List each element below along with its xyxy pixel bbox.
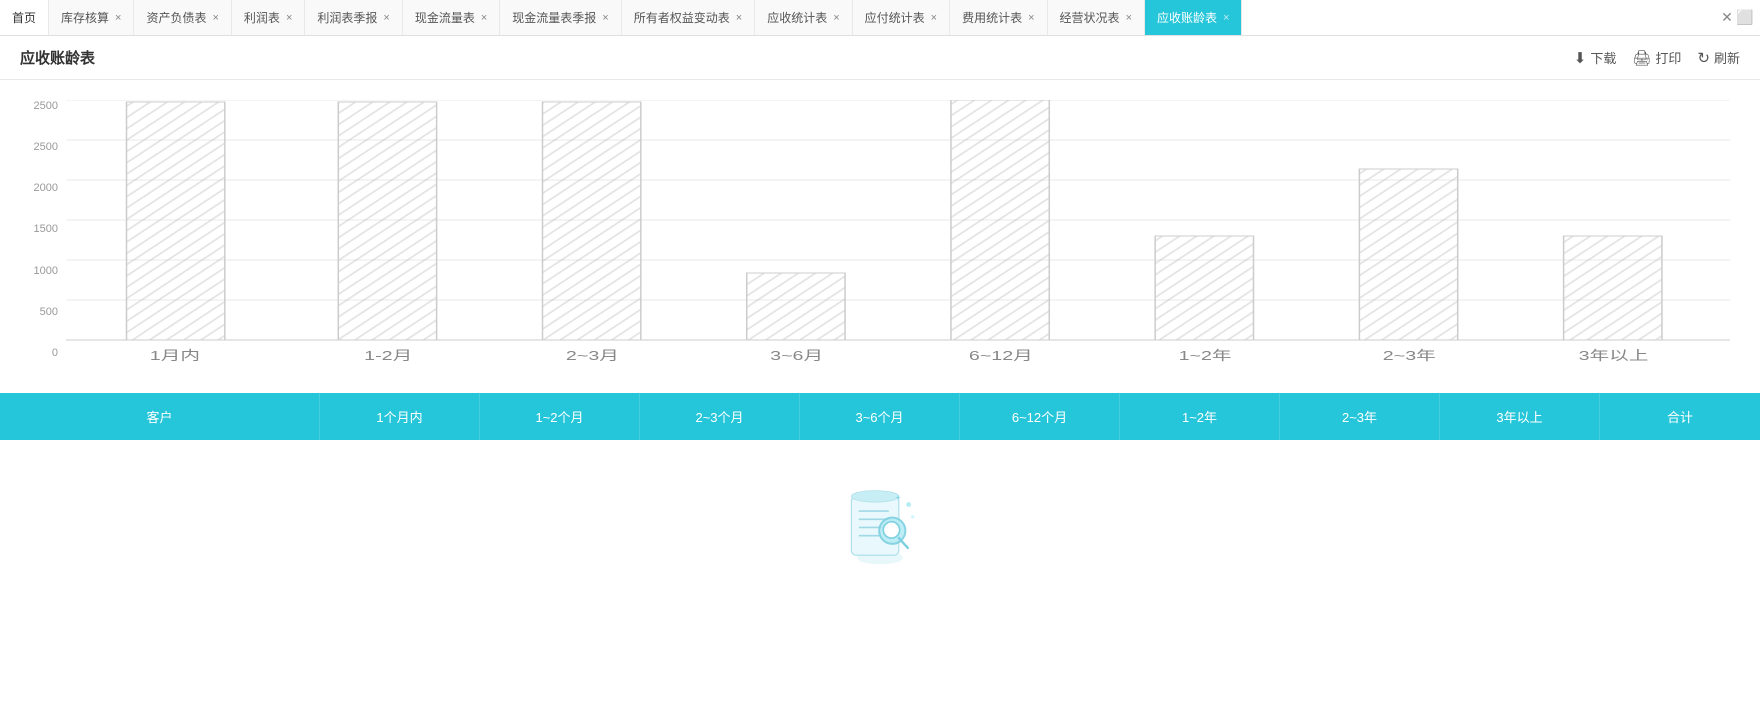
download-button[interactable]: ⬇ 下载: [1574, 48, 1617, 67]
header-actions: ⬇ 下载 🖨 打印 ↻ 刷新: [1574, 48, 1740, 67]
tab-ar-aging-label: 应收账龄表: [1157, 9, 1217, 26]
x-label-5: 6~12月: [969, 348, 1033, 363]
page-header: 应收账龄表 ⬇ 下载 🖨 打印 ↻ 刷新: [0, 36, 1760, 80]
bar-4: [747, 273, 845, 340]
tab-ar-aging-close[interactable]: ×: [1223, 12, 1229, 24]
col-2-3month: 2~3个月: [640, 393, 800, 440]
x-label-1: 1月内: [150, 348, 200, 363]
y-label-500: 500: [30, 306, 58, 318]
tab-cashflow[interactable]: 现金流量表 ×: [403, 0, 500, 36]
tab-bar: 首页 库存核算 × 资产负债表 × 利润表 × 利润表季报 × 现金流量表 × …: [0, 0, 1760, 36]
print-label: 打印: [1655, 48, 1681, 67]
y-label-2500a: 2500: [30, 141, 58, 153]
tab-profit-close[interactable]: ×: [286, 12, 292, 24]
tab-balance-label: 资产负债表: [146, 9, 206, 26]
chart-inner: 1月内 1-2月 2~3月 3~6月 6~12月 1~2年 2~3年 3年以上: [66, 100, 1730, 383]
tab-ar-stats-label: 应收统计表: [767, 9, 827, 26]
empty-state: ✦: [0, 440, 1760, 610]
tab-operating-label: 经营状况表: [1060, 9, 1120, 26]
tab-ar-aging[interactable]: 应收账龄表 ×: [1145, 0, 1242, 36]
y-label-1500: 1500: [30, 223, 58, 235]
y-label-2000: 2000: [30, 182, 58, 194]
tab-inventory-close[interactable]: ×: [115, 12, 121, 24]
bar-2: [338, 102, 436, 340]
tab-equity-close[interactable]: ×: [736, 12, 742, 24]
x-label-7: 2~3年: [1383, 348, 1436, 363]
col-6-12month: 6~12个月: [960, 393, 1120, 440]
bar-7: [1359, 169, 1457, 340]
y-label-0: 0: [30, 347, 58, 359]
tab-profit-quarterly-close[interactable]: ×: [383, 12, 389, 24]
tab-equity-label: 所有者权益变动表: [634, 9, 730, 26]
svg-text:✦: ✦: [895, 493, 902, 502]
x-label-2: 1-2月: [364, 348, 412, 363]
tab-ar-stats[interactable]: 应收统计表 ×: [755, 0, 852, 36]
y-axis: 0 500 1000 1500 2000 2500 2500: [30, 100, 66, 383]
tab-cashflow-label: 现金流量表: [415, 9, 475, 26]
tab-equity[interactable]: 所有者权益变动表 ×: [622, 0, 755, 36]
x-label-3: 2~3月: [566, 348, 619, 363]
tab-balance[interactable]: 资产负债表 ×: [134, 0, 231, 36]
col-3-6month: 3~6个月: [800, 393, 960, 440]
tab-expense-stats[interactable]: 费用统计表 ×: [950, 0, 1047, 36]
tab-bar-right: ✕ ⬜: [1720, 11, 1760, 25]
tab-operating[interactable]: 经营状况表 ×: [1048, 0, 1145, 36]
tab-operating-close[interactable]: ×: [1126, 12, 1132, 24]
tab-balance-close[interactable]: ×: [212, 12, 218, 24]
page-title: 应收账龄表: [20, 47, 95, 68]
chart-area: 0 500 1000 1500 2000 2500 2500: [0, 80, 1760, 393]
tab-expense-stats-close[interactable]: ×: [1028, 12, 1034, 24]
y-label-1000: 1000: [30, 265, 58, 277]
col-2-3year: 2~3年: [1280, 393, 1440, 440]
tab-home-label: 首页: [12, 9, 36, 26]
tab-ap-stats-label: 应付统计表: [865, 9, 925, 26]
col-total: 合计: [1600, 393, 1760, 440]
chart-wrapper: 0 500 1000 1500 2000 2500 2500: [30, 100, 1730, 383]
download-icon: ⬇: [1574, 49, 1587, 67]
tab-profit-label: 利润表: [244, 9, 280, 26]
col-1-2month: 1~2个月: [480, 393, 640, 440]
col-3year-plus: 3年以上: [1440, 393, 1600, 440]
col-1month: 1个月内: [320, 393, 480, 440]
tab-profit-quarterly[interactable]: 利润表季报 ×: [305, 0, 402, 36]
x-label-4: 3~6月: [770, 348, 823, 363]
tab-profit-quarterly-label: 利润表季报: [317, 9, 377, 26]
tab-ap-stats-close[interactable]: ×: [931, 12, 937, 24]
bar-3: [543, 102, 641, 340]
chart-svg: 1月内 1-2月 2~3月 3~6月 6~12月 1~2年 2~3年 3年以上: [66, 100, 1730, 380]
window-maximize-btn[interactable]: ⬜: [1738, 11, 1752, 25]
y-label-2500b: 2500: [30, 100, 58, 112]
x-label-6: 1~2年: [1179, 348, 1232, 363]
x-label-8: 3年以上: [1579, 348, 1649, 363]
tab-cashflow-quarterly-label: 现金流量表季报: [512, 9, 596, 26]
tab-cashflow-quarterly-close[interactable]: ×: [602, 12, 608, 24]
bar-1: [127, 102, 225, 340]
bar-5: [951, 100, 1049, 340]
bar-6: [1155, 236, 1253, 340]
col-customer: 客户: [0, 393, 320, 440]
print-icon: 🖨: [1632, 49, 1651, 67]
empty-icon: ✦: [830, 480, 930, 570]
window-close-btn[interactable]: ✕: [1720, 11, 1734, 25]
tab-inventory-label: 库存核算: [61, 9, 109, 26]
tab-inventory[interactable]: 库存核算 ×: [49, 0, 134, 36]
table-header: 客户 1个月内 1~2个月 2~3个月 3~6个月 6~12个月 1~2年 2~…: [0, 393, 1760, 440]
tab-ar-stats-close[interactable]: ×: [833, 12, 839, 24]
tab-expense-stats-label: 费用统计表: [962, 9, 1022, 26]
bar-8: [1564, 236, 1662, 340]
tab-cashflow-quarterly[interactable]: 现金流量表季报 ×: [500, 0, 621, 36]
tab-cashflow-close[interactable]: ×: [481, 12, 487, 24]
col-1-2year: 1~2年: [1120, 393, 1280, 440]
tab-home[interactable]: 首页: [0, 0, 49, 36]
download-label: 下载: [1590, 48, 1616, 67]
refresh-button[interactable]: ↻ 刷新: [1697, 48, 1740, 67]
print-button[interactable]: 🖨 打印: [1632, 48, 1681, 67]
tab-ap-stats[interactable]: 应付统计表 ×: [853, 0, 950, 36]
tab-profit[interactable]: 利润表 ×: [232, 0, 305, 36]
refresh-icon: ↻: [1697, 49, 1710, 67]
main-content: 0 500 1000 1500 2000 2500 2500: [0, 80, 1760, 720]
refresh-label: 刷新: [1714, 48, 1740, 67]
